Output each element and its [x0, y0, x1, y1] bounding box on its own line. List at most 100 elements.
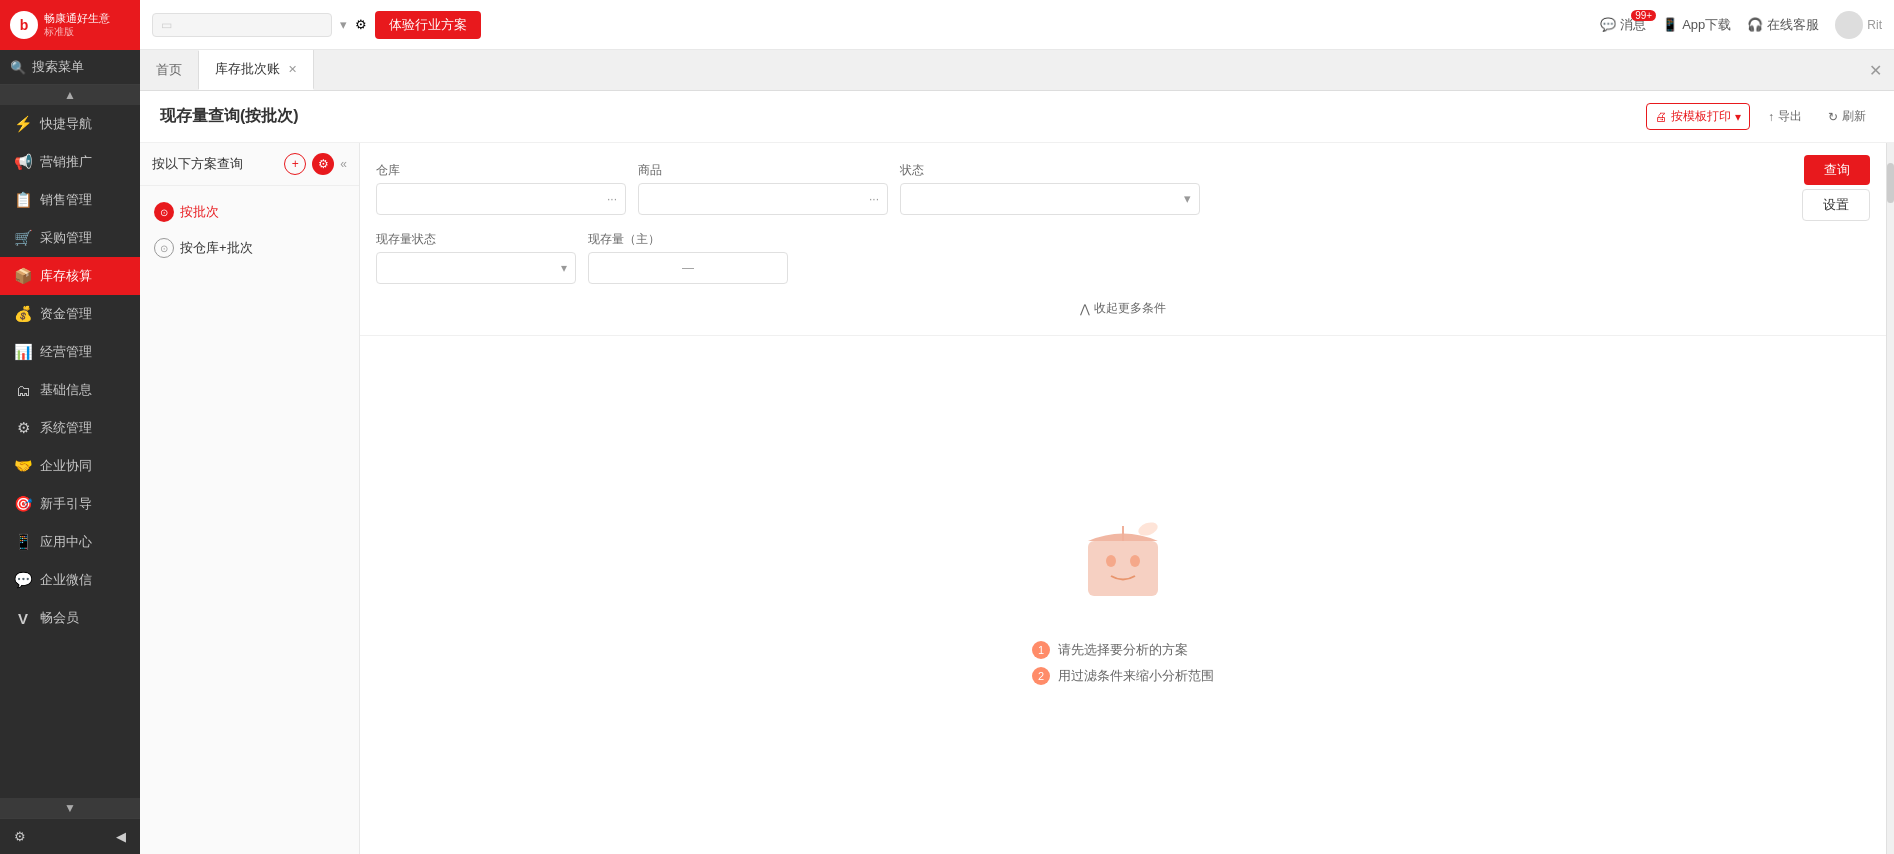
- sidebar-item-inventory[interactable]: 📦 库存核算: [0, 257, 140, 295]
- sidebar-item-label: 销售管理: [40, 191, 92, 209]
- product-filter: 商品 ···: [638, 162, 888, 215]
- sidebar-item-label: 快捷导航: [40, 115, 92, 133]
- quick-nav-icon: ⚡: [14, 115, 32, 133]
- app-center-icon: 📱: [14, 533, 32, 551]
- stock-status-chevron-icon: ▾: [561, 261, 567, 275]
- marketing-icon: 📢: [14, 153, 32, 171]
- page-title: 现存量查询(按批次): [160, 106, 299, 127]
- svg-point-2: [1106, 555, 1116, 567]
- panel-collapse-btn[interactable]: «: [340, 157, 347, 171]
- sidebar-header: b 畅康通好生意 标准版: [0, 0, 140, 50]
- hint-1-num: 1: [1032, 641, 1050, 659]
- search-menu-item[interactable]: 🔍 搜索菜单: [0, 50, 140, 85]
- product-more-btn[interactable]: ···: [869, 192, 879, 206]
- username-text: Rit: [1867, 18, 1882, 32]
- print-template-btn[interactable]: 🖨 按模板打印 ▾: [1646, 103, 1750, 130]
- messages-icon: 💬: [1600, 17, 1616, 32]
- sidebar-item-finance[interactable]: 💰 资金管理: [0, 295, 140, 333]
- filter-area: 仓库 ··· 商品 ···: [360, 143, 1886, 336]
- sidebar-item-new-guide[interactable]: 🎯 新手引导: [0, 485, 140, 523]
- headset-icon: 🎧: [1747, 17, 1763, 32]
- main-area: ▭ ▾ ⚙ 体验行业方案 💬 消息 99+ 📱 App下载 🎧 在线客服 Rit: [140, 0, 1894, 854]
- plan-icon-outline: ⊙: [154, 238, 174, 258]
- plan-item-by-batch[interactable]: ⊙ 按批次: [140, 194, 359, 230]
- svg-point-3: [1130, 555, 1140, 567]
- finance-icon: 💰: [14, 305, 32, 323]
- sidebar-scroll-down[interactable]: ▼: [0, 798, 140, 818]
- sidebar-collapse-icon[interactable]: ◀: [116, 829, 126, 844]
- experience-btn[interactable]: 体验行业方案: [375, 11, 481, 39]
- tab-batch-ledger[interactable]: 库存批次账 ✕: [199, 50, 314, 90]
- add-plan-btn[interactable]: +: [284, 153, 306, 175]
- sidebar-item-member[interactable]: V 畅会员: [0, 599, 140, 637]
- sales-icon: 📋: [14, 191, 32, 209]
- status-label: 状态: [900, 162, 1200, 179]
- sidebar-item-operations[interactable]: 📊 经营管理: [0, 333, 140, 371]
- system-icon: ⚙: [14, 419, 32, 437]
- query-btn[interactable]: 查询: [1804, 155, 1870, 185]
- body-layout: 按以下方案查询 + ⚙ « ⊙ 按批次: [140, 143, 1894, 854]
- stock-quantity-label: 现存量（主）: [588, 231, 788, 248]
- sidebar-item-sales[interactable]: 📋 销售管理: [0, 181, 140, 219]
- status-select[interactable]: ▾: [900, 183, 1200, 215]
- sidebar-item-app-center[interactable]: 📱 应用中心: [0, 523, 140, 561]
- sidebar-item-label: 库存核算: [40, 267, 92, 285]
- gear-icon: ⚙: [318, 157, 329, 171]
- right-scrollbar[interactable]: [1886, 143, 1894, 854]
- left-panel-title: 按以下方案查询: [152, 155, 243, 173]
- product-input[interactable]: ···: [638, 183, 888, 215]
- topbar-dropdown-icon[interactable]: ▾: [340, 17, 347, 32]
- plan-label: 按仓库+批次: [180, 239, 253, 257]
- tab-home[interactable]: 首页: [140, 51, 199, 89]
- sidebar-item-label: 企业微信: [40, 571, 92, 589]
- plan-item-by-warehouse-batch[interactable]: ⊙ 按仓库+批次: [140, 230, 359, 266]
- warehouse-more-btn[interactable]: ···: [607, 192, 617, 206]
- sidebar-item-label: 系统管理: [40, 419, 92, 437]
- export-btn[interactable]: ↑ 导出: [1760, 104, 1810, 129]
- sidebar-scroll-up[interactable]: ▲: [0, 85, 140, 105]
- right-panel: 仓库 ··· 商品 ···: [360, 143, 1886, 854]
- stock-quantity-filter: 现存量（主） —: [588, 231, 788, 284]
- sidebar-item-enterprise[interactable]: 🤝 企业协同: [0, 447, 140, 485]
- search-icon: 🔍: [10, 60, 26, 75]
- collapse-more-btn[interactable]: ⋀ 收起更多条件: [376, 294, 1870, 323]
- content-area: 现存量查询(按批次) 🖨 按模板打印 ▾ ↑ 导出 ↻ 刷新: [140, 91, 1894, 854]
- warehouse-input[interactable]: ···: [376, 183, 626, 215]
- tab-panel-close-btn[interactable]: ✕: [1857, 55, 1894, 86]
- online-service-btn[interactable]: 🎧 在线客服: [1747, 16, 1819, 34]
- sidebar-item-quick-nav[interactable]: ⚡ 快捷导航: [0, 105, 140, 143]
- sidebar-item-purchase[interactable]: 🛒 采购管理: [0, 219, 140, 257]
- left-panel-actions: + ⚙ «: [284, 153, 347, 175]
- status-filter-item: 状态 ▾: [900, 162, 1200, 215]
- stock-status-select[interactable]: ▾: [376, 252, 576, 284]
- app-download-btn[interactable]: 📱 App下载: [1662, 16, 1731, 34]
- sidebar-item-system[interactable]: ⚙ 系统管理: [0, 409, 140, 447]
- refresh-btn[interactable]: ↻ 刷新: [1820, 104, 1874, 129]
- user-avatar-btn[interactable]: Rit: [1835, 11, 1882, 39]
- sidebar-item-marketing[interactable]: 📢 营销推广: [0, 143, 140, 181]
- empty-illustration: [1063, 501, 1183, 621]
- filter-row-2: 现存量状态 ▾ 现存量（主） —: [376, 231, 1870, 284]
- sidebar-item-wechat[interactable]: 💬 企业微信: [0, 561, 140, 599]
- sidebar-item-label: 经营管理: [40, 343, 92, 361]
- warehouse-label: 仓库: [376, 162, 626, 179]
- stock-status-filter: 现存量状态 ▾: [376, 231, 576, 284]
- topbar-search-box[interactable]: ▭: [152, 13, 332, 37]
- product-label: 商品: [638, 162, 888, 179]
- online-service-label: 在线客服: [1767, 16, 1819, 34]
- phone-icon: 📱: [1662, 17, 1678, 32]
- enterprise-icon: 🤝: [14, 457, 32, 475]
- empty-hint-2: 2 用过滤条件来缩小分析范围: [1032, 667, 1214, 685]
- tab-home-label: 首页: [156, 61, 182, 79]
- plan-settings-btn[interactable]: ⚙: [312, 153, 334, 175]
- messages-btn[interactable]: 💬 消息 99+: [1600, 16, 1646, 34]
- topbar: ▭ ▾ ⚙ 体验行业方案 💬 消息 99+ 📱 App下载 🎧 在线客服 Rit: [140, 0, 1894, 50]
- print-chevron-icon: ▾: [1735, 110, 1741, 124]
- sidebar-settings-icon[interactable]: ⚙: [14, 829, 26, 844]
- sidebar-item-basic[interactable]: 🗂 基础信息: [0, 371, 140, 409]
- print-icon: 🖨: [1655, 110, 1667, 124]
- filter-settings-btn[interactable]: 设置: [1802, 189, 1870, 221]
- stock-quantity-input[interactable]: —: [588, 252, 788, 284]
- tab-close-icon[interactable]: ✕: [288, 63, 297, 76]
- topbar-settings-icon[interactable]: ⚙: [355, 17, 367, 32]
